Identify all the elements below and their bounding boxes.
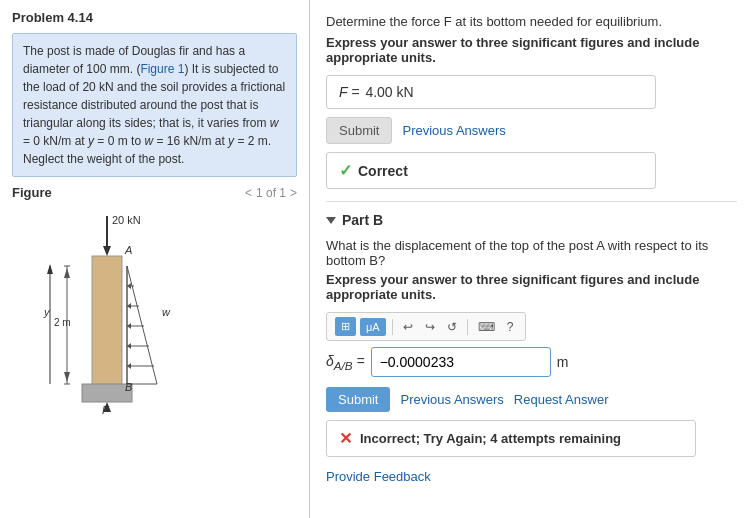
- part-a-answer-label: F =: [339, 84, 359, 100]
- part-b-header[interactable]: Part B: [326, 212, 737, 228]
- figure-page: 1 of 1: [256, 186, 286, 200]
- matrix-button[interactable]: ⊞: [335, 317, 356, 336]
- mu-button[interactable]: μA: [360, 318, 386, 336]
- correct-icon: ✓: [339, 161, 352, 180]
- figure-nav[interactable]: < 1 of 1 >: [245, 186, 297, 200]
- input-toolbar: ⊞ μA ↩ ↪ ↺ ⌨ ?: [326, 312, 526, 341]
- part-a-submit-row: Submit Previous Answers: [326, 117, 737, 144]
- figure-label: Figure: [12, 185, 52, 200]
- part-a-prev-answers-link[interactable]: Previous Answers: [402, 123, 505, 138]
- part-b-answer-input[interactable]: [371, 347, 551, 377]
- svg-text:w: w: [162, 306, 171, 318]
- divider: [326, 201, 737, 202]
- incorrect-badge: ✕ Incorrect; Try Again; 4 attempts remai…: [326, 420, 696, 457]
- refresh-icon[interactable]: ↺: [443, 318, 461, 336]
- toolbar-separator-2: [467, 319, 468, 335]
- part-b-submit-row: Submit Previous Answers Request Answer: [326, 387, 737, 412]
- correct-label: Correct: [358, 163, 408, 179]
- toolbar-separator: [392, 319, 393, 335]
- svg-marker-15: [103, 246, 111, 256]
- part-b-answer-row: δA/B = m: [326, 347, 737, 377]
- svg-marker-30: [64, 268, 70, 278]
- incorrect-label: Incorrect; Try Again; 4 attempts remaini…: [360, 431, 621, 446]
- figure-link[interactable]: Figure 1: [140, 62, 184, 76]
- part-a-question: Determine the force F at its bottom need…: [326, 14, 737, 29]
- problem-title: Problem 4.14: [0, 10, 309, 33]
- undo-icon[interactable]: ↩: [399, 318, 417, 336]
- correct-badge: ✓ Correct: [326, 152, 656, 189]
- part-b-label: Part B: [342, 212, 383, 228]
- svg-marker-13: [127, 363, 131, 369]
- svg-rect-0: [92, 256, 122, 386]
- svg-marker-31: [64, 372, 70, 382]
- svg-text:2 m: 2 m: [54, 317, 71, 328]
- part-a-question-bold: Express your answer to three significant…: [326, 35, 737, 65]
- help-icon[interactable]: ?: [503, 318, 518, 336]
- svg-marker-11: [127, 323, 131, 329]
- part-b-prev-answers-link[interactable]: Previous Answers: [400, 392, 503, 407]
- svg-marker-10: [127, 303, 131, 309]
- svg-marker-12: [127, 343, 131, 349]
- problem-description: The post is made of Douglas fir and has …: [12, 33, 297, 177]
- part-b-toggle-icon[interactable]: [326, 217, 336, 224]
- figure-next-icon[interactable]: >: [290, 186, 297, 200]
- part-b-submit-button[interactable]: Submit: [326, 387, 390, 412]
- svg-text:A: A: [124, 244, 132, 256]
- svg-text:20 kN: 20 kN: [112, 214, 141, 226]
- part-b-var-label: δA/B =: [326, 353, 365, 372]
- keyboard-icon[interactable]: ⌨: [474, 318, 499, 336]
- feedback-link[interactable]: Provide Feedback: [326, 469, 737, 484]
- part-a-submit-button[interactable]: Submit: [326, 117, 392, 144]
- part-a-answer-value: 4.00 kN: [365, 84, 413, 100]
- svg-marker-24: [47, 264, 53, 274]
- part-a-answer-box: F = 4.00 kN: [326, 75, 656, 109]
- figure-prev-icon[interactable]: <: [245, 186, 252, 200]
- svg-marker-9: [127, 283, 131, 289]
- incorrect-icon: ✕: [339, 429, 352, 448]
- part-b-question: What is the displacement of the top of t…: [326, 238, 737, 268]
- part-b-request-answer-link[interactable]: Request Answer: [514, 392, 609, 407]
- redo-icon[interactable]: ↪: [421, 318, 439, 336]
- figure-diagram: 20 kN A B F y w 2 m: [12, 206, 212, 416]
- svg-text:B: B: [125, 381, 132, 393]
- part-b-question-bold: Express your answer to three significant…: [326, 272, 737, 302]
- part-b-unit: m: [557, 354, 569, 370]
